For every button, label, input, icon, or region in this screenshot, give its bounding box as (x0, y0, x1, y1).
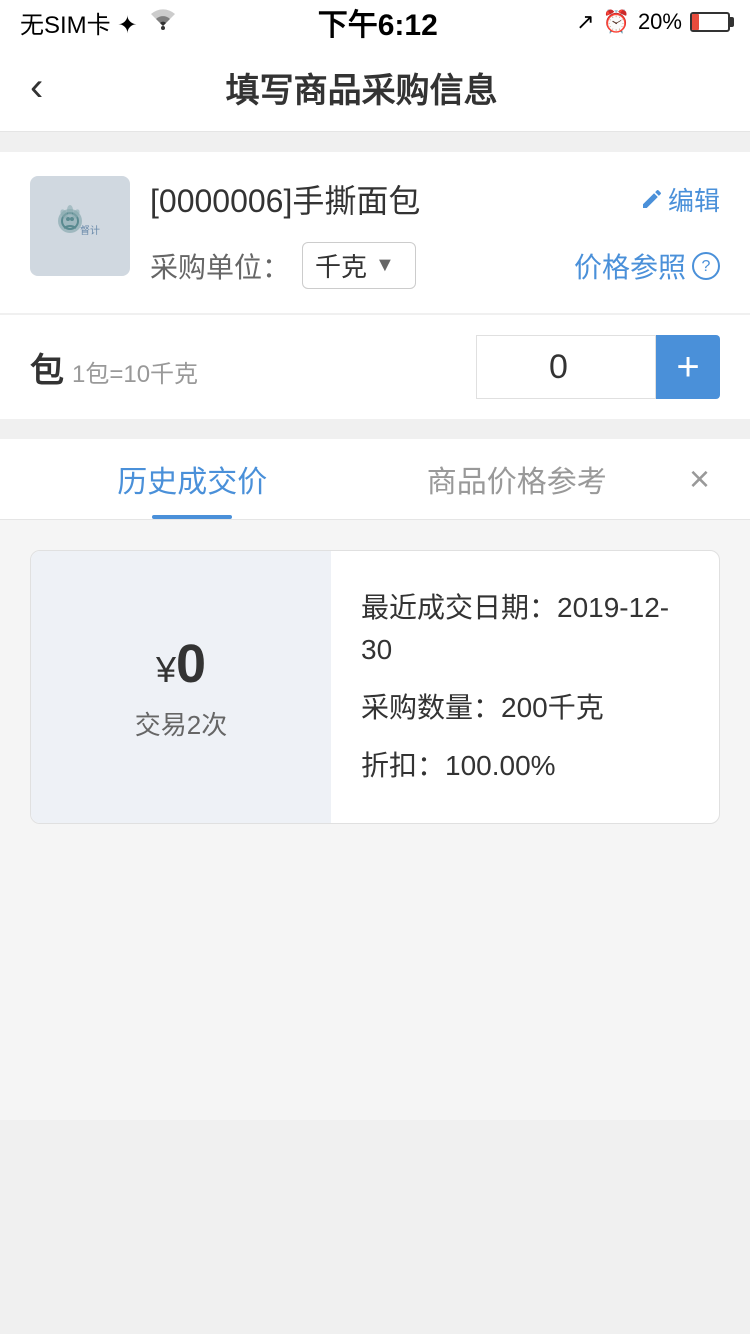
svg-text:?: ? (702, 258, 711, 275)
history-section: ¥0 交易2次 最近成交日期：2019-12-30 采购数量：200千克 折扣：… (0, 520, 750, 1120)
quantity-ratio: 1包=10千克 (72, 354, 198, 389)
quantity-plus-button[interactable]: + (656, 335, 720, 399)
purchase-qty-label: 采购数量： (361, 692, 501, 723)
status-bar: 无SIM卡 ✦ 下午6:12 ↗ ⏰ 20% (0, 0, 750, 44)
tab-history-label: 历史成交价 (117, 457, 267, 501)
purchase-qty-value: 200千克 (501, 692, 604, 723)
tabs-container: 历史成交价 商品价格参考 × (0, 439, 750, 520)
purchase-unit-label: 采购单位： (150, 246, 290, 286)
carrier-text: 无SIM卡 ✦ (20, 5, 137, 40)
quantity-unit: 包 (30, 343, 64, 392)
status-time: 下午6:12 (318, 0, 438, 44)
tab-product-price-ref[interactable]: 商品价格参考 (354, 439, 678, 519)
product-header: 督计 [0000006]手撕面包 编辑 采购单位： 千克 ▼ (30, 176, 720, 289)
product-card: 督计 [0000006]手撕面包 编辑 采购单位： 千克 ▼ (0, 152, 750, 313)
product-name: [0000006]手撕面包 (150, 176, 420, 222)
history-price-value: 0 (176, 634, 206, 694)
tab-history-price[interactable]: 历史成交价 (30, 439, 354, 519)
status-right: ↗ ⏰ 20% (576, 9, 730, 35)
status-left: 无SIM卡 ✦ (20, 5, 179, 40)
page-title: 填写商品采购信息 (63, 63, 660, 112)
history-card-left: ¥0 交易2次 (31, 551, 331, 823)
history-price-currency: ¥ (156, 649, 176, 690)
quantity-label: 包 1包=10千克 (30, 343, 198, 392)
quantity-input-row: + (476, 335, 720, 399)
nav-bar: ‹ 填写商品采购信息 (0, 44, 750, 132)
product-info: [0000006]手撕面包 编辑 采购单位： 千克 ▼ 价格 (150, 176, 720, 289)
discount-value: 100.00% (445, 750, 556, 781)
unit-value: 千克 (315, 247, 367, 284)
purchase-unit-row: 采购单位： 千克 ▼ 价格参照 ? (150, 242, 720, 289)
history-price: ¥0 (156, 633, 206, 695)
product-title-row: [0000006]手撕面包 编辑 (150, 176, 720, 222)
location-icon: ↗ (576, 9, 594, 35)
price-reference-button[interactable]: 价格参照 ? (574, 246, 720, 286)
wifi-icon (147, 8, 179, 37)
quantity-row: 包 1包=10千克 + (0, 315, 750, 419)
close-button[interactable]: × (679, 448, 720, 510)
history-recent-date-row: 最近成交日期：2019-12-30 (361, 587, 689, 671)
separator (0, 419, 750, 439)
product-thumbnail: 督计 (30, 176, 130, 276)
svg-text:督计: 督计 (80, 224, 100, 237)
edit-label: 编辑 (668, 181, 720, 218)
back-button[interactable]: ‹ (30, 65, 43, 110)
alarm-icon: ⏰ (603, 9, 630, 35)
price-ref-label: 价格参照 (574, 246, 686, 286)
recent-date-label: 最近成交日期： (361, 592, 557, 623)
tab-product-price-label: 商品价格参考 (427, 457, 607, 501)
history-discount-row: 折扣：100.00% (361, 745, 689, 787)
quantity-input[interactable] (476, 335, 656, 399)
history-card: ¥0 交易2次 最近成交日期：2019-12-30 采购数量：200千克 折扣：… (30, 550, 720, 824)
battery-pct: 20% (638, 9, 682, 35)
history-transactions: 交易2次 (135, 705, 227, 742)
edit-button[interactable]: 编辑 (640, 181, 720, 218)
history-purchase-qty-row: 采购数量：200千克 (361, 687, 689, 729)
battery-icon (690, 12, 730, 32)
history-card-right: 最近成交日期：2019-12-30 采购数量：200千克 折扣：100.00% (331, 551, 719, 823)
unit-select[interactable]: 千克 ▼ (302, 242, 416, 289)
dropdown-arrow-icon: ▼ (375, 254, 395, 277)
discount-label: 折扣： (361, 750, 445, 781)
